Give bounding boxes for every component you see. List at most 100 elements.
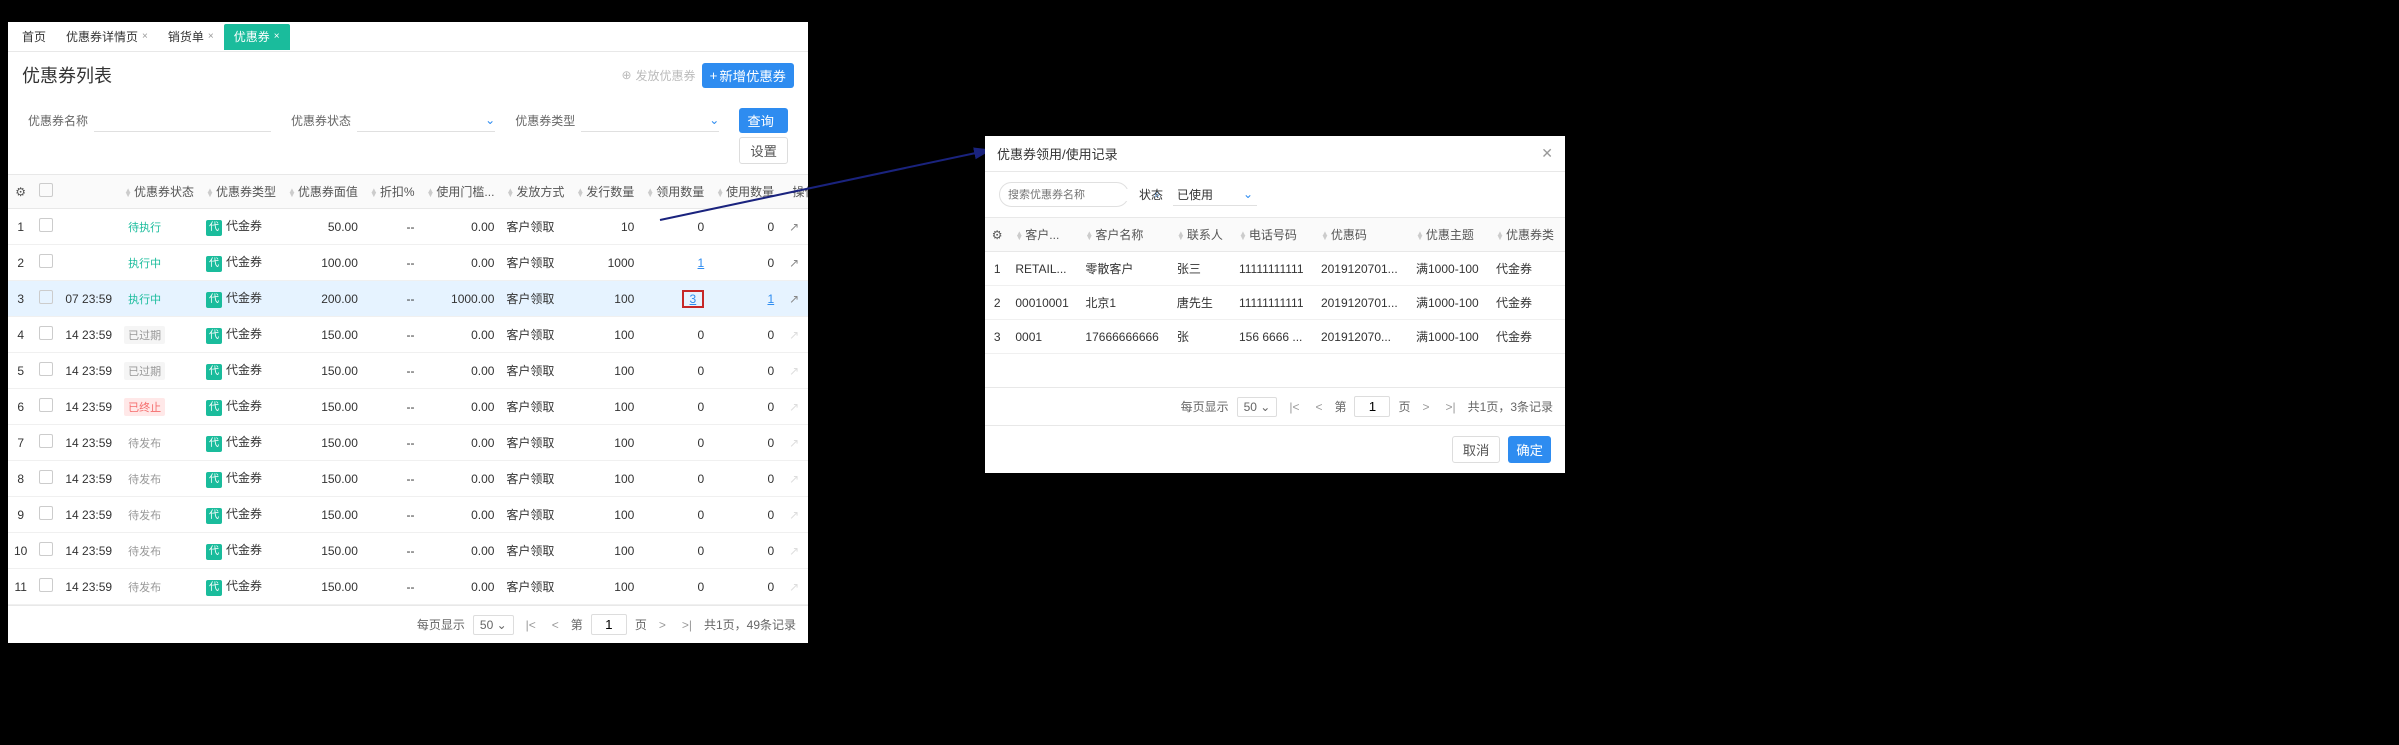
tab-优惠券详情页[interactable]: 优惠券详情页×	[56, 24, 158, 50]
row-checkbox[interactable]	[39, 398, 53, 412]
col-header[interactable]: ⚙	[985, 218, 1009, 252]
col-header: ▲▼使用门槛...	[420, 175, 500, 209]
type-badge-icon: 代	[206, 544, 222, 560]
last-page-button[interactable]: >|	[678, 618, 696, 632]
sort-icon[interactable]: ▲▼	[288, 189, 296, 197]
sort-icon[interactable]: ▲▼	[506, 189, 514, 197]
query-button[interactable]: 查询	[739, 108, 788, 133]
close-icon[interactable]: ✕	[1541, 145, 1553, 162]
col-header: ▲▼优惠主题	[1410, 218, 1490, 252]
close-icon[interactable]: ×	[274, 31, 280, 42]
cancel-button[interactable]: 取消	[1452, 436, 1501, 463]
filter-name-input[interactable]	[94, 108, 271, 132]
sort-icon[interactable]: ▲▼	[370, 189, 378, 197]
table-row[interactable]: 1 RETAIL... 零散客户 张三 11111111111 20191207…	[985, 252, 1565, 286]
table-row[interactable]: 2 执行中 代代金券 100.00 -- 0.00 客户领取 1000 1 0 …	[8, 245, 808, 281]
claimed-count-link[interactable]: 3	[690, 292, 697, 306]
chevron-down-icon: ⌄	[1243, 187, 1253, 201]
table-row[interactable]: 11 14 23:59 待发布 代代金券 150.00 -- 0.00 客户领取…	[8, 569, 808, 605]
tab-优惠券[interactable]: 优惠券×	[224, 24, 290, 50]
sort-icon[interactable]: ▲▼	[1085, 232, 1093, 240]
sort-icon[interactable]: ▲▼	[646, 189, 654, 197]
next-page-button[interactable]: >	[655, 618, 670, 632]
table-row[interactable]: 4 14 23:59 已过期 代代金券 150.00 -- 0.00 客户领取 …	[8, 317, 808, 353]
share-icon: ↗	[789, 364, 799, 378]
sort-icon[interactable]: ▲▼	[206, 189, 214, 197]
row-checkbox[interactable]	[39, 362, 53, 376]
select-all-checkbox[interactable]	[39, 183, 53, 197]
table-row[interactable]: 3 0001 17666666666 张 156 6666 ... 201912…	[985, 320, 1565, 354]
confirm-button[interactable]: 确定	[1508, 436, 1551, 463]
modal-next-page[interactable]: >	[1419, 400, 1434, 414]
gear-icon[interactable]: ⚙	[992, 228, 1003, 242]
chevron-down-icon: ⌄	[485, 113, 495, 127]
tab-首页[interactable]: 首页	[12, 24, 56, 50]
row-checkbox[interactable]	[39, 326, 53, 340]
sort-icon[interactable]: ▲▼	[1416, 232, 1424, 240]
per-page-select[interactable]: 50 ⌄	[473, 615, 514, 635]
sort-icon[interactable]: ▲▼	[576, 189, 584, 197]
add-coupon-button[interactable]: + 新增优惠券	[702, 63, 794, 88]
table-row[interactable]: 10 14 23:59 待发布 代代金券 150.00 -- 0.00 客户领取…	[8, 533, 808, 569]
share-icon[interactable]: ↗	[789, 292, 799, 306]
modal-status-select[interactable]: 已使用 ⌄	[1173, 184, 1257, 206]
table-row[interactable]: 7 14 23:59 待发布 代代金券 150.00 -- 0.00 客户领取 …	[8, 425, 808, 461]
row-checkbox[interactable]	[39, 434, 53, 448]
table-row[interactable]: 3 07 23:59 执行中 代代金券 200.00 -- 1000.00 客户…	[8, 281, 808, 317]
sort-icon[interactable]: ▲▼	[1177, 232, 1185, 240]
modal-per-page-select[interactable]: 50 ⌄	[1237, 397, 1278, 417]
status-badge: 待发布	[124, 578, 165, 596]
col-header[interactable]	[33, 175, 59, 209]
plus-circle-icon: ⊕	[621, 68, 631, 82]
sort-icon[interactable]: ▲▼	[1321, 232, 1329, 240]
modal-last-page[interactable]: >|	[1442, 400, 1460, 414]
type-badge-icon: 代	[206, 292, 222, 308]
row-checkbox[interactable]	[39, 218, 53, 232]
tab-销货单[interactable]: 销货单×	[158, 24, 224, 50]
claimed-count-link[interactable]: 1	[698, 256, 705, 270]
close-icon[interactable]: ×	[142, 31, 148, 42]
issue-coupon-button[interactable]: ⊕ 发放优惠券	[621, 67, 695, 84]
filter-status-select[interactable]: ⌄	[357, 108, 495, 132]
search-coupon-input[interactable]: ⌕	[999, 182, 1129, 207]
settings-button[interactable]: 设置	[739, 137, 788, 164]
row-checkbox[interactable]	[39, 506, 53, 520]
used-count-link[interactable]: 1	[767, 292, 774, 306]
table-row[interactable]: 1 待执行 代代金券 50.00 -- 0.00 客户领取 10 0 0 ↗ ▦	[8, 209, 808, 245]
modal-first-page[interactable]: |<	[1285, 400, 1303, 414]
table-row[interactable]: 6 14 23:59 已终止 代代金券 150.00 -- 0.00 客户领取 …	[8, 389, 808, 425]
sort-icon[interactable]: ▲▼	[716, 189, 724, 197]
sort-icon[interactable]: ▲▼	[1496, 232, 1504, 240]
close-icon[interactable]: ×	[208, 31, 214, 42]
sort-icon[interactable]: ▲▼	[1015, 232, 1023, 240]
table-row[interactable]: 5 14 23:59 已过期 代代金券 150.00 -- 0.00 客户领取 …	[8, 353, 808, 389]
type-badge-icon: 代	[206, 508, 222, 524]
col-header[interactable]: ⚙	[8, 175, 33, 209]
prev-page-button[interactable]: <	[548, 618, 563, 632]
share-icon: ↗	[789, 328, 799, 342]
share-icon[interactable]: ↗	[789, 220, 799, 234]
sort-icon[interactable]: ▲▼	[1239, 232, 1247, 240]
table-row[interactable]: 2 00010001 北京1 唐先生 11111111111 201912070…	[985, 286, 1565, 320]
type-badge-icon: 代	[206, 436, 222, 452]
sort-icon[interactable]: ▲▼	[124, 189, 132, 197]
pagination: 每页显示 50 ⌄ |< < 第 页 > >| 共1页，49条记录	[8, 605, 808, 643]
row-checkbox[interactable]	[39, 290, 53, 304]
modal-status-label: 状态	[1139, 186, 1163, 203]
gear-icon[interactable]: ⚙	[15, 185, 26, 199]
table-row[interactable]: 8 14 23:59 待发布 代代金券 150.00 -- 0.00 客户领取 …	[8, 461, 808, 497]
share-icon[interactable]: ↗	[789, 256, 799, 270]
share-icon: ↗	[789, 436, 799, 450]
usage-records-modal: 优惠券领用/使用记录 ✕ ⌕ 状态 已使用 ⌄ ⚙▲▼客户...▲▼客户名称▲▼…	[985, 136, 1565, 473]
page-input[interactable]	[591, 614, 627, 635]
sort-icon[interactable]: ▲▼	[426, 189, 434, 197]
table-row[interactable]: 9 14 23:59 待发布 代代金券 150.00 -- 0.00 客户领取 …	[8, 497, 808, 533]
filter-type-select[interactable]: ⌄	[581, 108, 719, 132]
modal-page-input[interactable]	[1354, 396, 1390, 417]
row-checkbox[interactable]	[39, 578, 53, 592]
modal-prev-page[interactable]: <	[1311, 400, 1326, 414]
row-checkbox[interactable]	[39, 470, 53, 484]
row-checkbox[interactable]	[39, 542, 53, 556]
first-page-button[interactable]: |<	[522, 618, 540, 632]
row-checkbox[interactable]	[39, 254, 53, 268]
